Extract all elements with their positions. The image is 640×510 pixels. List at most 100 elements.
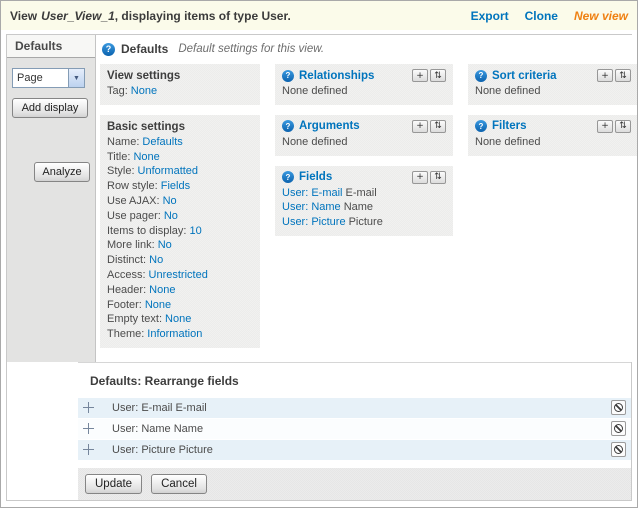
- column-middle: ? Relationships + ⇅ None defined ? Argum…: [275, 64, 453, 246]
- arguments-box: ? Arguments + ⇅ None defined: [275, 114, 453, 156]
- sidebar-controls: Page ▼ Add display Analyze: [7, 58, 95, 192]
- clone-link[interactable]: Clone: [525, 9, 558, 23]
- sort-criteria-title-link[interactable]: Sort criteria: [492, 70, 557, 82]
- rearrange-sorts-button[interactable]: ⇅: [615, 69, 631, 82]
- help-icon[interactable]: ?: [282, 120, 294, 133]
- setting-value-link[interactable]: None: [131, 85, 157, 97]
- select-arrow-icon: ▼: [68, 69, 84, 87]
- relationships-header: ? Relationships + ⇅: [282, 69, 446, 82]
- setting-label: Row style:: [107, 180, 158, 193]
- setting-value-link[interactable]: No: [158, 239, 172, 251]
- view-title-prefix: View: [10, 8, 38, 23]
- fields-header: ? Fields + ⇅: [282, 170, 446, 184]
- field-suffix: Name: [343, 201, 374, 214]
- setting-row: Title: None: [107, 150, 253, 165]
- drag-handle-icon[interactable]: [83, 402, 94, 414]
- rearrange-title: Defaults: Rearrange fields: [90, 373, 239, 388]
- help-icon[interactable]: ?: [475, 120, 487, 133]
- view-settings-box: View settings Tag: None: [100, 64, 260, 105]
- setting-value-link[interactable]: No: [149, 254, 163, 266]
- update-button[interactable]: Update: [85, 473, 143, 494]
- new-view-link[interactable]: New view: [574, 9, 628, 23]
- setting-label: More link:: [107, 239, 155, 252]
- sort-criteria-buttons: + ⇅: [597, 69, 631, 82]
- setting-value-link[interactable]: No: [164, 210, 178, 222]
- setting-row: Distinct: No: [107, 253, 253, 268]
- column-basic: View settings Tag: None Basic settings Na…: [100, 64, 260, 358]
- remove-field-button[interactable]: [611, 400, 626, 416]
- setting-row: Items to display: 10: [107, 224, 253, 239]
- setting-label: Use pager:: [107, 209, 161, 222]
- add-argument-button[interactable]: +: [412, 119, 428, 133]
- display-workspace: Defaults Page ▼ Add display Analyze ? De…: [7, 35, 637, 362]
- fields-title-link[interactable]: Fields: [299, 171, 332, 183]
- setting-value-link[interactable]: None: [149, 284, 175, 296]
- add-relationship-button[interactable]: +: [412, 69, 428, 82]
- add-sort-button[interactable]: +: [597, 69, 613, 82]
- rearrange-arguments-button[interactable]: ⇅: [430, 119, 446, 133]
- setting-value-link[interactable]: None: [133, 151, 159, 163]
- rearrange-table: User: E-mail E-mail User: Name Name User…: [78, 397, 631, 461]
- filters-header: ? Filters + ⇅: [475, 119, 631, 133]
- drag-handle-icon[interactable]: [83, 423, 94, 435]
- remove-field-button[interactable]: [611, 442, 626, 458]
- setting-row: Tag: None: [107, 84, 253, 99]
- add-display-button[interactable]: Add display: [12, 98, 88, 118]
- rearrange-row: User: Picture Picture: [78, 439, 631, 461]
- filters-empty-text: None defined: [475, 135, 541, 148]
- setting-label: Name:: [107, 135, 140, 148]
- setting-label: Distinct:: [107, 254, 147, 267]
- display-type-select[interactable]: Page ▼: [12, 68, 85, 88]
- setting-label: Empty text:: [107, 313, 163, 326]
- setting-row: Name: Defaults: [107, 135, 253, 150]
- arguments-title-link[interactable]: Arguments: [299, 120, 360, 132]
- setting-label: Header:: [107, 283, 147, 296]
- field-suffix: Picture: [348, 216, 383, 229]
- field-link[interactable]: User: Name: [282, 201, 341, 213]
- cancel-button[interactable]: Cancel: [151, 473, 207, 494]
- setting-value-link[interactable]: Information: [147, 328, 202, 340]
- setting-value-link[interactable]: 10: [189, 225, 201, 237]
- setting-value-link[interactable]: Unrestricted: [149, 269, 208, 281]
- add-filter-button[interactable]: +: [597, 119, 613, 133]
- tab-defaults[interactable]: Defaults: [7, 35, 95, 58]
- filters-title-link[interactable]: Filters: [492, 120, 527, 132]
- rearrange-relationships-button[interactable]: ⇅: [430, 69, 446, 82]
- setting-value-link[interactable]: Fields: [161, 180, 190, 192]
- relationships-title-link[interactable]: Relationships: [299, 70, 374, 82]
- setting-label: Footer:: [107, 298, 142, 311]
- field-item: User: E-mail E-mail: [282, 186, 446, 201]
- view-settings-title: View settings: [107, 70, 181, 82]
- field-item: User: Name Name: [282, 200, 446, 215]
- help-icon[interactable]: ?: [102, 42, 115, 56]
- basic-settings-title: Basic settings: [107, 120, 185, 133]
- arguments-header: ? Arguments + ⇅: [282, 119, 446, 133]
- rearrange-row: User: Name Name: [78, 418, 631, 440]
- setting-label: Items to display:: [107, 224, 187, 237]
- add-field-button[interactable]: +: [412, 170, 428, 184]
- analyze-button[interactable]: Analyze: [34, 162, 90, 182]
- setting-label: Title:: [107, 150, 131, 163]
- rearrange-fields-button[interactable]: ⇅: [430, 170, 446, 184]
- setting-value-link[interactable]: None: [145, 299, 171, 311]
- drag-handle-icon[interactable]: [83, 444, 94, 456]
- export-link[interactable]: Export: [471, 9, 509, 23]
- rearrange-filters-button[interactable]: ⇅: [615, 119, 631, 133]
- setting-row: Footer: None: [107, 298, 253, 313]
- setting-value-link[interactable]: No: [163, 195, 177, 207]
- help-icon[interactable]: ?: [282, 171, 294, 184]
- setting-value-link[interactable]: Defaults: [142, 136, 182, 148]
- setting-value-link[interactable]: Unformatted: [138, 165, 199, 177]
- setting-value-link[interactable]: None: [165, 313, 191, 325]
- remove-field-button[interactable]: [611, 421, 626, 437]
- panel-header: ? Defaults Default settings for this vie…: [100, 39, 637, 56]
- field-link[interactable]: User: E-mail: [282, 187, 343, 199]
- arguments-buttons: + ⇅: [412, 119, 446, 133]
- views-ui-container: Defaults Page ▼ Add display Analyze ? De…: [6, 34, 637, 501]
- help-icon[interactable]: ?: [475, 69, 487, 82]
- filters-box: ? Filters + ⇅ None defined: [468, 114, 637, 156]
- help-icon[interactable]: ?: [282, 69, 294, 82]
- display-type-value: Page: [17, 72, 43, 84]
- setting-label: Style:: [107, 165, 135, 178]
- field-link[interactable]: User: Picture: [282, 216, 346, 228]
